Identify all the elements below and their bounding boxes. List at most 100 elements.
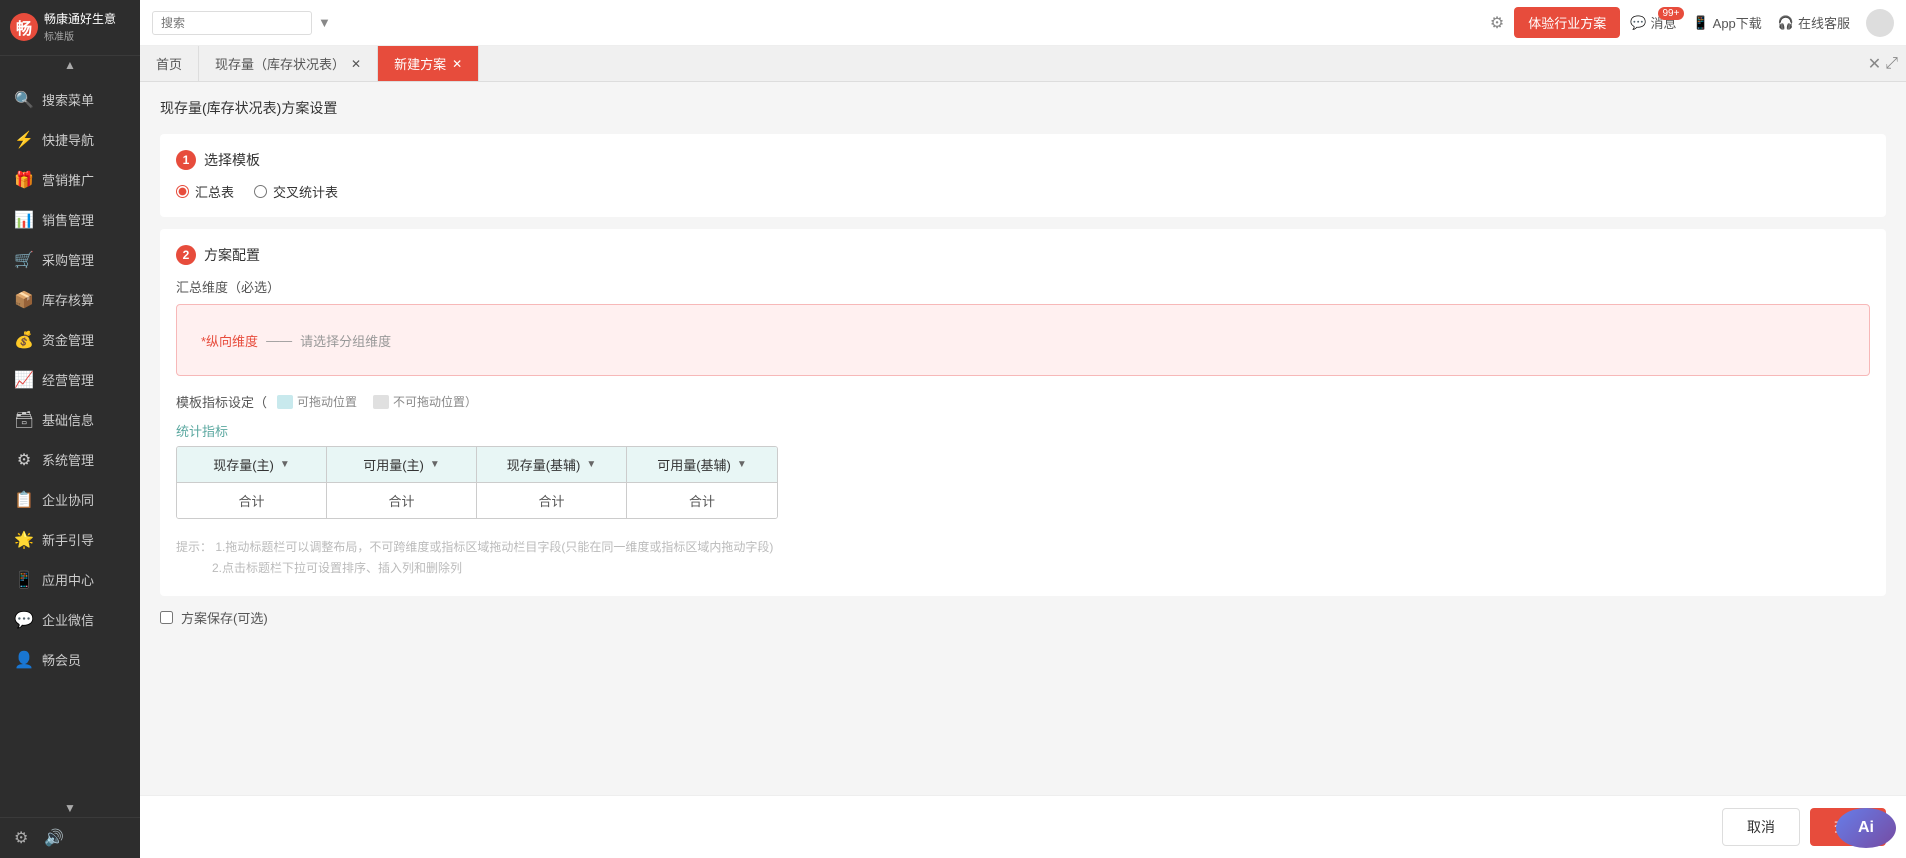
- sidebar-scroll-up[interactable]: ▲: [0, 56, 140, 74]
- topbar-search-area: ▼: [152, 11, 1480, 35]
- sidebar-item-marketing[interactable]: 🎁 营销推广: [0, 160, 140, 200]
- stats-header-row: 现存量(主) ▼ 可用量(主) ▼ 现存量(基辅) ▼ 可用量(基辅): [177, 447, 777, 482]
- app-download-button[interactable]: 📱 App下载: [1692, 13, 1761, 32]
- stats-col-0-label: 现存量(主): [213, 455, 274, 474]
- template-summary-radio[interactable]: [176, 185, 189, 198]
- dimension-box[interactable]: *纵向维度 —— 请选择分组维度: [176, 304, 1870, 376]
- section2-title: 方案配置: [204, 245, 260, 265]
- gear-icon[interactable]: ⚙: [1490, 13, 1504, 33]
- sidebar-item-label: 资金管理: [42, 330, 94, 349]
- section-plan-config: 2 方案配置 汇总维度（必选） *纵向维度 —— 请选择分组维度 模板指标设定（…: [160, 229, 1886, 596]
- col2-chevron-icon[interactable]: ▼: [586, 459, 596, 470]
- hint-1: 2.点击标题栏下拉可设置排序、插入列和删除列: [176, 559, 1870, 576]
- sidebar-item-label: 畅会员: [42, 650, 81, 669]
- template-summary-option[interactable]: 汇总表: [176, 182, 234, 201]
- sidebar-item-basic-info[interactable]: 🗃 基础信息: [0, 400, 140, 440]
- col0-chevron-icon[interactable]: ▼: [280, 459, 290, 470]
- tab-new-plan-label: 新建方案: [394, 54, 446, 73]
- tab-inventory-label: 现存量（库存状况表）: [215, 54, 345, 73]
- close-panel-button[interactable]: ✕: [1868, 54, 1881, 74]
- member-icon: 👤: [14, 650, 34, 670]
- tab-inventory-close-icon[interactable]: ✕: [351, 57, 361, 71]
- sidebar-item-new-guide[interactable]: 🌟 新手引导: [0, 520, 140, 560]
- quick-nav-icon: ⚡: [14, 130, 34, 150]
- sidebar-item-label: 应用中心: [42, 570, 94, 589]
- sidebar-item-member[interactable]: 👤 畅会员: [0, 640, 140, 680]
- trial-button[interactable]: 体验行业方案: [1514, 7, 1620, 38]
- non-draggable-legend-label: 不可拖动位置）: [393, 393, 477, 410]
- online-service-button[interactable]: 🎧 在线客服: [1778, 13, 1850, 32]
- system-icon: ⚙: [14, 450, 34, 470]
- template-cross-radio[interactable]: [254, 185, 267, 198]
- sidebar-item-label: 基础信息: [42, 410, 94, 429]
- tab-new-plan[interactable]: 新建方案 ✕: [378, 46, 479, 81]
- sidebar-item-label: 企业协同: [42, 490, 94, 509]
- stats-col-2[interactable]: 现存量(基辅) ▼: [477, 447, 627, 482]
- sidebar-item-label: 营销推广: [42, 170, 94, 189]
- purchase-icon: 🛒: [14, 250, 34, 270]
- stats-col-1[interactable]: 可用量(主) ▼: [327, 447, 477, 482]
- sidebar-item-label: 企业微信: [42, 610, 94, 629]
- settings-icon[interactable]: ⚙: [14, 828, 28, 848]
- message-button[interactable]: 💬 消息 99+: [1630, 13, 1676, 32]
- section-choose-template: 1 选择模板 汇总表 交叉统计表: [160, 134, 1886, 217]
- dimension-config-label: 汇总维度（必选）: [176, 277, 1870, 296]
- stats-body-col-1: 合计: [327, 483, 477, 518]
- stats-body-row: 合计 合计 合计 合计: [177, 482, 777, 518]
- hint-text-0: 1.拖动标题栏可以调整布局，不可跨维度或指标区域拖动栏目字段(只能在同一维度或指…: [215, 540, 773, 554]
- sidebar-item-label: 经营管理: [42, 370, 94, 389]
- tab-new-plan-close-icon[interactable]: ✕: [452, 57, 462, 71]
- sidebar-item-wechat[interactable]: 💬 企业微信: [0, 600, 140, 640]
- sidebar-item-quick-nav[interactable]: ⚡ 快捷导航: [0, 120, 140, 160]
- sidebar-item-label: 快捷导航: [42, 130, 94, 149]
- sidebar-item-operation[interactable]: 📈 经营管理: [0, 360, 140, 400]
- expand-panel-button[interactable]: ⤢: [1885, 55, 1898, 73]
- dimension-placeholder: 请选择分组维度: [300, 331, 391, 350]
- stats-body-col-3: 合计: [627, 483, 777, 518]
- sidebar-item-label: 搜索菜单: [42, 90, 94, 109]
- dropdown-icon[interactable]: ▼: [318, 15, 331, 30]
- save-checkbox[interactable]: [160, 611, 173, 624]
- sidebar-item-enterprise[interactable]: 📋 企业协同: [0, 480, 140, 520]
- dimension-dash: ——: [266, 333, 292, 348]
- stats-col-1-label: 可用量(主): [363, 455, 424, 474]
- operation-icon: 📈: [14, 370, 34, 390]
- sidebar-item-label: 新手引导: [42, 530, 94, 549]
- stats-col-3[interactable]: 可用量(基辅) ▼: [627, 447, 777, 482]
- sidebar-item-inventory[interactable]: 📦 库存核算: [0, 280, 140, 320]
- search-input[interactable]: [152, 11, 312, 35]
- message-icon: 💬: [1630, 15, 1646, 31]
- ai-button[interactable]: Ai: [1836, 808, 1896, 848]
- save-row: 方案保存(可选): [160, 608, 1886, 627]
- search-menu-icon: 🔍: [14, 90, 34, 110]
- sidebar-item-system[interactable]: ⚙ 系统管理: [0, 440, 140, 480]
- sidebar-item-sales[interactable]: 📊 销售管理: [0, 200, 140, 240]
- tab-home[interactable]: 首页: [140, 46, 199, 81]
- action-bar: 取消 查询: [140, 795, 1906, 858]
- col3-chevron-icon[interactable]: ▼: [737, 459, 747, 470]
- sidebar-item-search[interactable]: 🔍 搜索菜单: [0, 80, 140, 120]
- non-draggable-legend-box: [373, 395, 389, 409]
- cancel-button[interactable]: 取消: [1722, 808, 1800, 846]
- indicator-label-row: 模板指标设定（ 可拖动位置 不可拖动位置）: [176, 392, 1870, 411]
- main-content: 现存量(库存状况表)方案设置 1 选择模板 汇总表 交叉统计表 2: [140, 82, 1906, 795]
- enterprise-icon: 📋: [14, 490, 34, 510]
- user-avatar[interactable]: [1866, 9, 1894, 37]
- app-center-icon: 📱: [14, 570, 34, 590]
- stats-col-0[interactable]: 现存量(主) ▼: [177, 447, 327, 482]
- tab-inventory-status[interactable]: 现存量（库存状况表） ✕: [199, 46, 378, 81]
- sidebar-item-app-center[interactable]: 📱 应用中心: [0, 560, 140, 600]
- sidebar-item-label: 采购管理: [42, 250, 94, 269]
- save-label: 方案保存(可选): [181, 608, 268, 627]
- topbar: ▼ ⚙ 体验行业方案 💬 消息 99+ 📱 App下载 🎧 在线客服: [140, 0, 1906, 46]
- app-icon: 📱: [1692, 15, 1708, 31]
- template-cross-option[interactable]: 交叉统计表: [254, 182, 338, 201]
- sales-icon: 📊: [14, 210, 34, 230]
- hint-0: 提示： 1.拖动标题栏可以调整布局，不可跨维度或指标区域拖动栏目字段(只能在同一…: [176, 538, 1870, 555]
- sidebar-item-purchase[interactable]: 🛒 采购管理: [0, 240, 140, 280]
- col1-chevron-icon[interactable]: ▼: [430, 459, 440, 470]
- finance-icon: 💰: [14, 330, 34, 350]
- volume-icon[interactable]: 🔊: [44, 828, 64, 848]
- sidebar-item-finance[interactable]: 💰 资金管理: [0, 320, 140, 360]
- sidebar-scroll-down[interactable]: ▼: [0, 799, 140, 817]
